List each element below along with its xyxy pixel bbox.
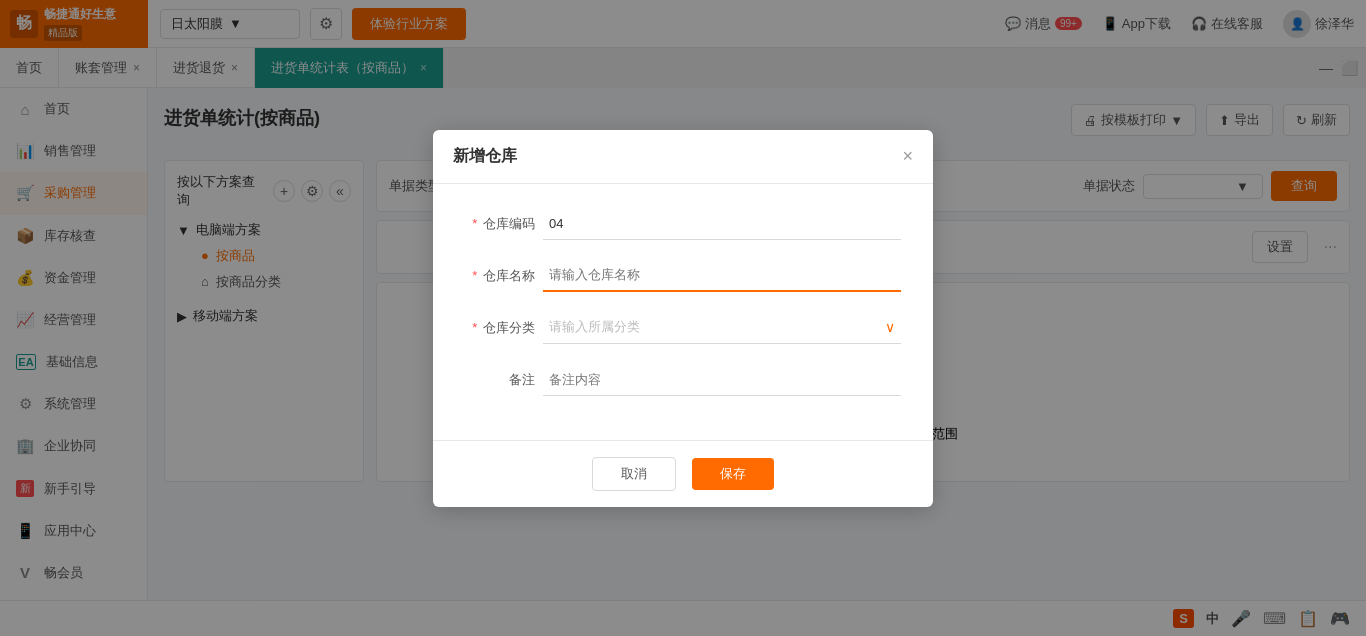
code-label: * 仓库编码 [465,215,535,233]
modal-close-button[interactable]: × [902,146,913,167]
required-star-name: * [472,268,477,283]
modal-title: 新增仓库 [453,146,517,167]
note-label: 备注 [465,371,535,389]
category-chevron-icon: ∨ [885,319,895,335]
warehouse-code-input[interactable] [543,208,901,240]
modal-body: * 仓库编码 * 仓库名称 * 仓库分类 [433,184,933,440]
warehouse-category-select[interactable]: 请输入所属分类 ∨ [543,312,901,344]
form-row-note: 备注 [465,364,901,396]
modal-footer: 取消 保存 [433,440,933,507]
required-star-category: * [472,320,477,335]
form-row-category: * 仓库分类 请输入所属分类 ∨ [465,312,901,344]
warehouse-note-input[interactable] [543,364,901,396]
save-button[interactable]: 保存 [692,458,774,490]
form-row-name: * 仓库名称 [465,260,901,292]
form-row-code: * 仓库编码 [465,208,901,240]
name-label: * 仓库名称 [465,267,535,285]
cancel-button[interactable]: 取消 [592,457,676,491]
modal-add-warehouse: 新增仓库 × * 仓库编码 * 仓库名称 [433,130,933,507]
category-placeholder: 请输入所属分类 [549,318,640,336]
warehouse-name-input[interactable] [543,260,901,292]
required-star-code: * [472,216,477,231]
modal-overlay: 新增仓库 × * 仓库编码 * 仓库名称 [0,0,1366,636]
modal-header: 新增仓库 × [433,130,933,184]
category-label-modal: * 仓库分类 [465,319,535,337]
